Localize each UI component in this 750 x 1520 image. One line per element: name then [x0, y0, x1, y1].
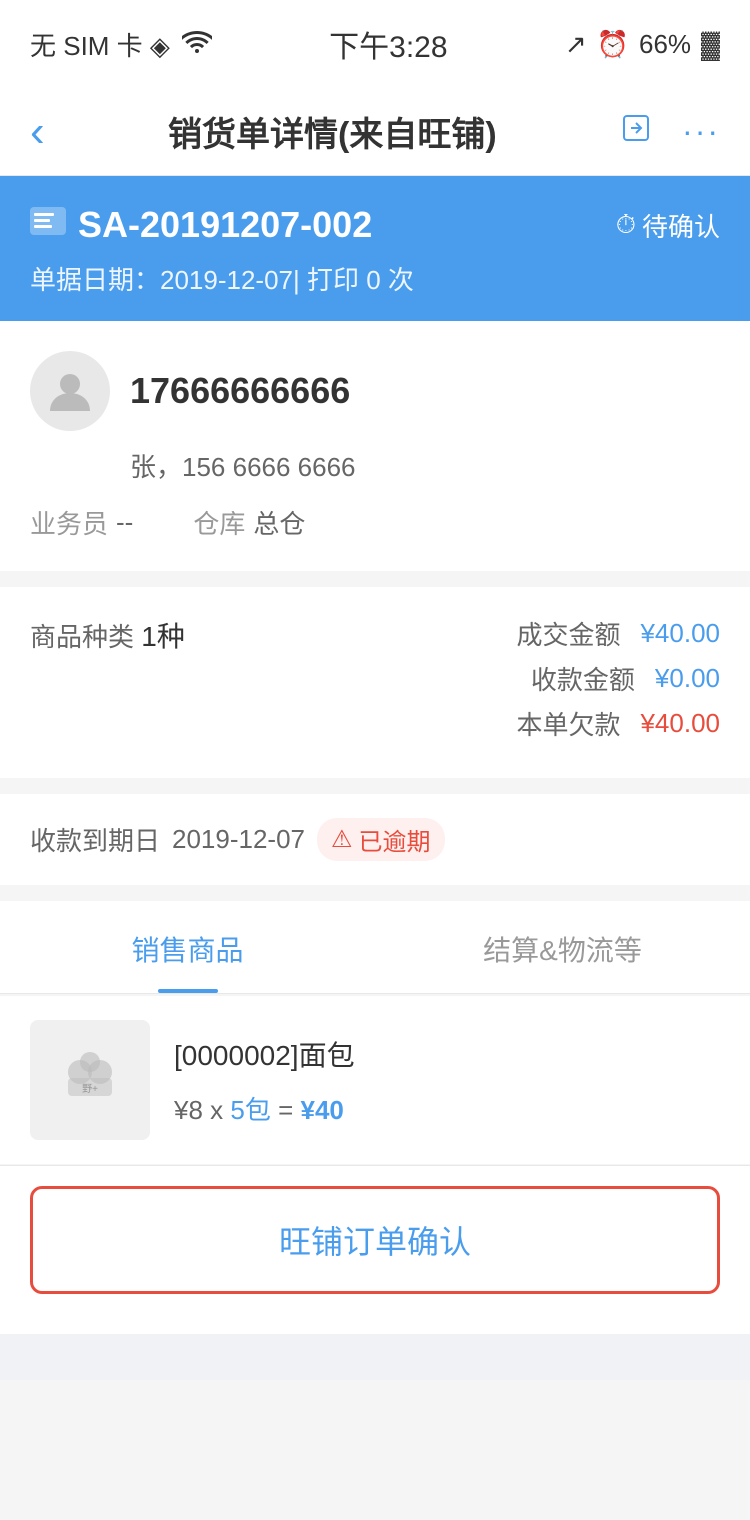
customer-meta: 业务员 -- 仓库 总仓	[30, 504, 720, 541]
order-date: 单据日期：2019-12-07| 打印 0 次	[30, 260, 720, 297]
order-status: ⏱ 待确认	[616, 207, 720, 244]
received-label: 收款金额	[531, 660, 635, 697]
amount-label: 成交金额	[516, 615, 620, 652]
alarm-icon: ⏰	[597, 29, 629, 60]
sim-label: 无 SIM 卡 ◈	[30, 26, 170, 63]
tabs-row: 销售商品 结算&物流等	[0, 901, 750, 994]
page-title: 销货单详情(来自旺铺)	[168, 107, 497, 156]
owed-label: 本单欠款	[516, 705, 620, 742]
product-section: 野+ [0000002]面包 ¥8 x 5包 = ¥40	[0, 996, 750, 1164]
nav-actions: ···	[620, 112, 720, 152]
tab-products[interactable]: 销售商品	[0, 901, 375, 993]
price-total: ¥40	[301, 1095, 344, 1125]
overdue-text: 已逾期	[359, 822, 431, 857]
overdue-icon: ⚠	[331, 825, 353, 854]
staff-label: 业务员	[30, 504, 108, 541]
customer-section: 17666666666 张，156 6666 6666 业务员 -- 仓库 总仓	[0, 321, 750, 571]
product-type-info: 商品种类 1种	[30, 615, 185, 655]
status-time: 下午3:28	[329, 22, 447, 66]
warehouse-value: 总仓	[253, 504, 305, 541]
type-count: 1种	[141, 621, 185, 652]
price-value: ¥8	[174, 1095, 203, 1125]
nav-bar: ‹ 销货单详情(来自旺铺) ···	[0, 88, 750, 176]
order-header: SA-20191207-002 ⏱ 待确认 单据日期：2019-12-07| 打…	[0, 176, 750, 321]
svg-text:野+: 野+	[82, 1083, 98, 1095]
owed-value: ¥40.00	[640, 708, 720, 739]
due-date: 2019-12-07	[172, 824, 305, 855]
battery-icon: ▓	[701, 29, 720, 60]
status-right: ↗ ⏰ 66% ▓	[565, 29, 720, 60]
product-name: [0000002]面包	[174, 1034, 720, 1074]
confirm-order-button[interactable]: 旺铺订单确认	[30, 1186, 720, 1294]
amount-info: 成交金额 ¥40.00 收款金额 ¥0.00 本单欠款 ¥40.00	[516, 615, 720, 750]
tabs-section: 销售商品 结算&物流等	[0, 901, 750, 994]
product-price: ¥8 x 5包 = ¥40	[174, 1090, 720, 1127]
status-bar: 无 SIM 卡 ◈ 下午3:28 ↗ ⏰ 66% ▓	[0, 0, 750, 88]
order-icon	[30, 207, 66, 243]
avatar	[30, 351, 110, 431]
back-button[interactable]: ‹	[30, 107, 45, 157]
share-button[interactable]	[620, 112, 652, 152]
bottom-bar: 旺铺订单确认	[0, 1165, 750, 1334]
status-left: 无 SIM 卡 ◈	[30, 26, 212, 63]
price-qty: 5包	[230, 1095, 270, 1125]
wifi-icon	[182, 29, 212, 60]
product-item: 野+ [0000002]面包 ¥8 x 5包 = ¥40	[0, 996, 750, 1164]
product-thumbnail: 野+	[30, 1020, 150, 1140]
customer-phone: 17666666666	[130, 370, 350, 412]
type-label: 商品种类	[30, 622, 134, 652]
location-icon: ↗	[565, 29, 587, 60]
clock-icon: ⏱	[616, 209, 636, 241]
due-label: 收款到期日	[30, 821, 160, 858]
staff-value: --	[116, 507, 133, 538]
stats-section: 商品种类 1种 成交金额 ¥40.00 收款金额 ¥0.00 本单欠款 ¥40.…	[0, 587, 750, 778]
amount-value: ¥40.00	[640, 618, 720, 649]
overdue-badge: ⚠ 已逾期	[317, 818, 445, 861]
tab-settlement[interactable]: 结算&物流等	[375, 901, 750, 993]
received-value: ¥0.00	[655, 663, 720, 694]
product-info: [0000002]面包 ¥8 x 5包 = ¥40	[174, 1034, 720, 1127]
due-section: 收款到期日 2019-12-07 ⚠ 已逾期	[0, 794, 750, 885]
battery-level: 66%	[639, 29, 691, 60]
customer-name: 张，156 6666 6666	[30, 447, 720, 484]
warehouse-label: 仓库	[193, 504, 245, 541]
more-button[interactable]: ···	[682, 113, 720, 150]
order-id: SA-20191207-002	[30, 204, 372, 246]
